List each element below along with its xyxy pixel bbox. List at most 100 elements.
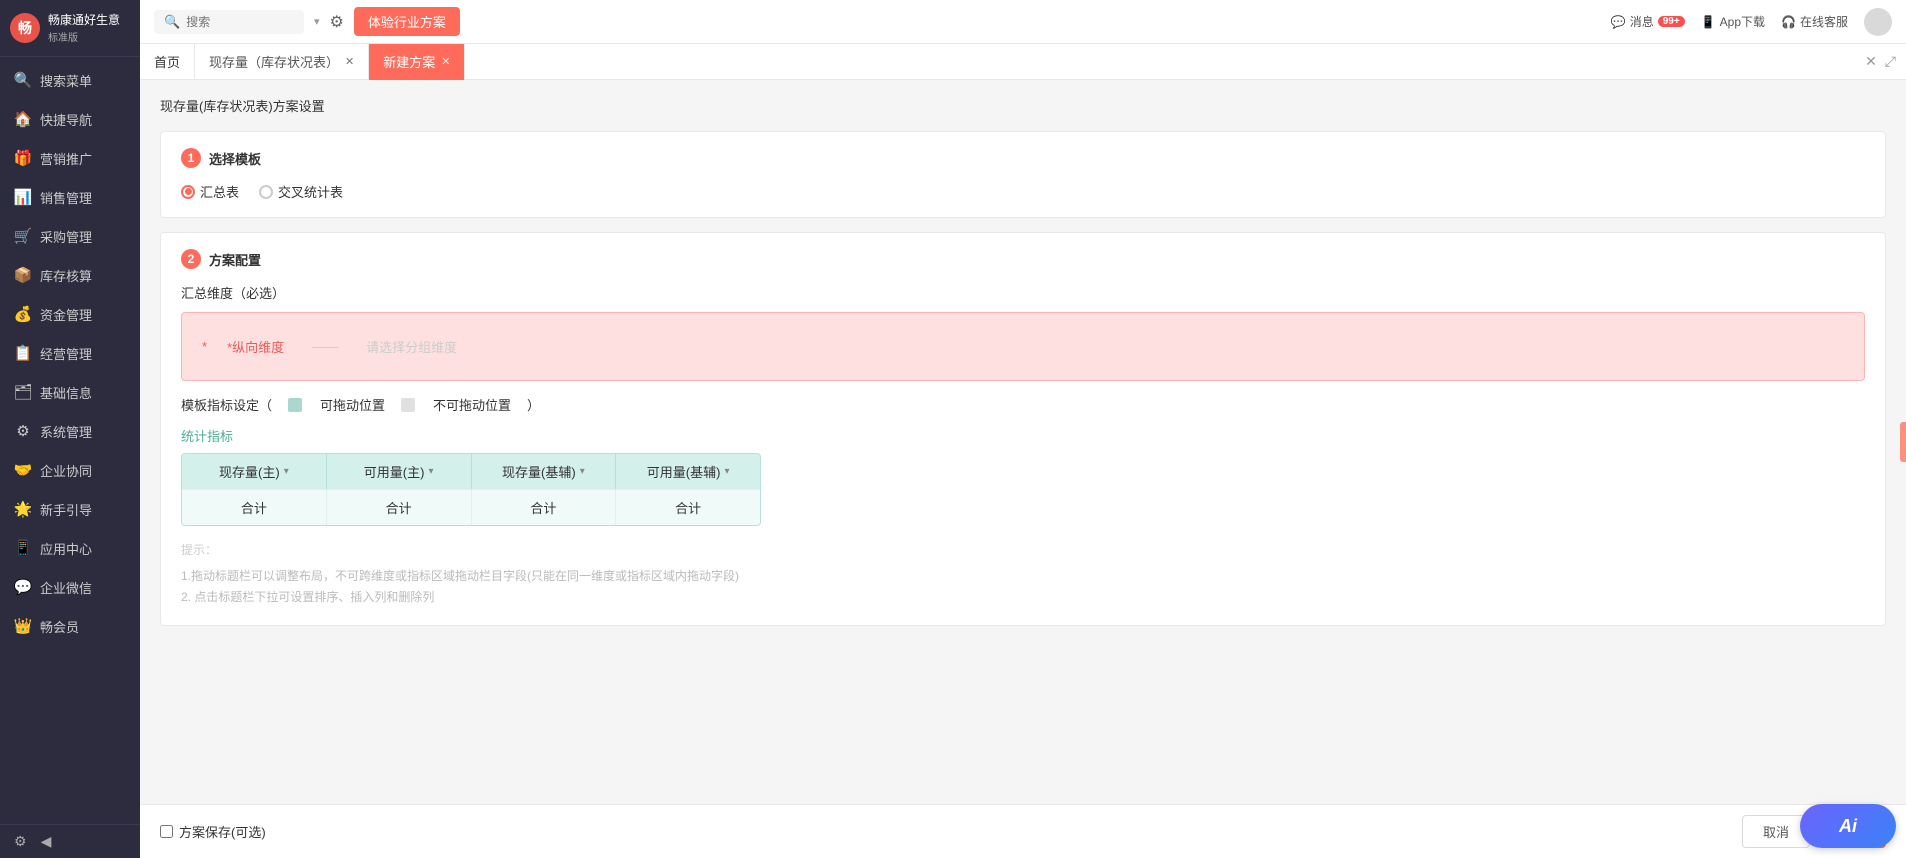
bottom-bar: 方案保存(可选) 取消 查询 xyxy=(140,804,1906,858)
trial-btn[interactable]: 体验行业方案 xyxy=(354,7,460,36)
tabbar: 首页 现存量（库存状况表） ✕ 新建方案 ✕ ✕ ⤢ xyxy=(140,44,1906,80)
toggle-icon[interactable]: ◀ xyxy=(41,833,52,850)
topbar-gear-icon[interactable]: ⚙ xyxy=(330,12,344,32)
online-service-item[interactable]: 🎧 在线客服 xyxy=(1781,13,1848,30)
sidebar-item-label: 快捷导航 xyxy=(40,110,92,129)
step2-card: 2 方案配置 汇总维度（必选） * *纵向维度 —— 请选择分组维度 模板指标设… xyxy=(160,232,1886,626)
col-chevron-0[interactable]: ▾ xyxy=(284,466,289,477)
tab-close-icon[interactable]: ✕ xyxy=(345,55,354,68)
col-chevron-1[interactable]: ▾ xyxy=(428,466,433,477)
save-checkbox-input[interactable] xyxy=(160,825,173,838)
tab-home[interactable]: 首页 xyxy=(140,44,195,80)
stat-table-header: 现存量(主) ▾ 可用量(主) ▾ 现存量(基辅) ▾ 可用量(基辅) ▾ xyxy=(182,454,760,489)
sidebar-item-label: 畅会员 xyxy=(40,617,79,636)
topbar-right: 💬 消息 99+ 📱 App下载 🎧 在线客服 xyxy=(1611,8,1892,36)
cell-2: 合计 xyxy=(472,490,617,525)
sidebar-item-search[interactable]: 🔍 搜索菜单 xyxy=(0,61,140,100)
col-present-main-label: 现存量(主) xyxy=(219,462,280,481)
sidebar-item-label: 销售管理 xyxy=(40,188,92,207)
search-input[interactable] xyxy=(186,15,286,29)
sidebar-item-system[interactable]: ⚙ 系统管理 xyxy=(0,412,140,451)
online-service-label: 在线客服 xyxy=(1800,13,1848,30)
sidebar-item-app-center[interactable]: 📱 应用中心 xyxy=(0,529,140,568)
search-icon: 🔍 xyxy=(164,14,180,30)
folder-icon: 🗂 xyxy=(14,383,32,401)
money-icon: 💰 xyxy=(14,305,32,323)
sidebar-item-quick-nav[interactable]: 🏠 快捷导航 xyxy=(0,100,140,139)
step2-label: 2 方案配置 xyxy=(181,249,1865,269)
sidebar-item-label: 营销推广 xyxy=(40,149,92,168)
sidebar-item-basic-info[interactable]: 🗂 基础信息 xyxy=(0,373,140,412)
sidebar-item-label: 搜索菜单 xyxy=(40,71,92,90)
col-present-aux-label: 现存量(基辅) xyxy=(502,462,576,481)
dash-line: —— xyxy=(312,339,338,354)
sidebar-item-label: 经营管理 xyxy=(40,344,92,363)
tab-inventory-status[interactable]: 现存量（库存状况表） ✕ xyxy=(195,44,369,80)
app-download-label: App下载 xyxy=(1720,13,1765,30)
dim-placeholder: 请选择分组维度 xyxy=(366,337,457,356)
radio-cross-circle xyxy=(259,185,273,199)
cell-3: 合计 xyxy=(616,490,760,525)
box-icon: 📦 xyxy=(14,266,32,284)
gift-icon: 🎁 xyxy=(14,149,32,167)
radio-cross-label: 交叉统计表 xyxy=(278,182,343,201)
sidebar-item-label: 新手引导 xyxy=(40,500,92,519)
crown-icon: 👑 xyxy=(14,617,32,635)
app-logo: 畅 畅康通好生意 标准版 xyxy=(0,0,140,57)
step1-card: 1 选择模板 汇总表 交叉统计表 xyxy=(160,131,1886,218)
radio-summary-label: 汇总表 xyxy=(200,182,239,201)
tab-close-active-icon[interactable]: ✕ xyxy=(441,55,450,68)
tip-area: 提示： 1.拖动标题栏可以调整布局，不可跨维度或指标区域拖动栏目字段(只能在同一… xyxy=(181,540,1865,609)
expand-icon[interactable]: ⤢ xyxy=(1885,53,1896,70)
app-download-item[interactable]: 📱 App下载 xyxy=(1701,13,1765,30)
ai-float-button[interactable]: Ai xyxy=(1800,804,1896,848)
sidebar-item-cooperation[interactable]: 🤝 企业协同 xyxy=(0,451,140,490)
sidebar-item-label: 资金管理 xyxy=(40,305,92,324)
radio-cross[interactable]: 交叉统计表 xyxy=(259,182,343,201)
tab-home-label: 首页 xyxy=(154,52,180,71)
required-star: * xyxy=(202,339,207,354)
step1-title: 选择模板 xyxy=(209,149,261,168)
close-all-icon[interactable]: ✕ xyxy=(1865,53,1877,70)
sidebar-item-marketing[interactable]: 🎁 营销推广 xyxy=(0,139,140,178)
col-avail-aux: 可用量(基辅) ▾ xyxy=(616,454,760,489)
clipboard-icon: 📋 xyxy=(14,344,32,362)
sidebar: 畅 畅康通好生意 标准版 🔍 搜索菜单 🏠 快捷导航 🎁 营销推广 📊 销售管理… xyxy=(0,0,140,858)
vertical-dim-box: * *纵向维度 —— 请选择分组维度 xyxy=(181,312,1865,381)
sidebar-item-label: 企业协同 xyxy=(40,461,92,480)
sidebar-item-finance[interactable]: 💰 资金管理 xyxy=(0,295,140,334)
sidebar-item-members[interactable]: 👑 畅会员 xyxy=(0,607,140,646)
tip-item-0: 1.拖动标题栏可以调整布局，不可跨维度或指标区域拖动栏目字段(只能在同一维度或指… xyxy=(181,566,1865,588)
indicator-config-row: 模板指标设定（ 可拖动位置 不可拖动位置 ） xyxy=(181,395,1865,414)
sidebar-item-operations[interactable]: 📋 经营管理 xyxy=(0,334,140,373)
col-avail-aux-label: 可用量(基辅) xyxy=(647,462,721,481)
stats-label: 统计指标 xyxy=(181,426,1865,445)
sidebar-item-wechat[interactable]: 💬 企业微信 xyxy=(0,568,140,607)
vertical-dim-label: *纵向维度 xyxy=(227,337,284,356)
topbar-chevron-icon[interactable]: ▾ xyxy=(314,15,320,28)
col-chevron-3[interactable]: ▾ xyxy=(724,466,729,477)
settings-icon[interactable]: ⚙ xyxy=(14,833,27,850)
logo-icon: 畅 xyxy=(10,13,40,43)
ai-label: Ai xyxy=(1839,816,1857,837)
col-chevron-2[interactable]: ▾ xyxy=(580,466,585,477)
save-label: 方案保存(可选) xyxy=(179,822,266,841)
resize-handle[interactable] xyxy=(1900,422,1906,462)
main-area: 🔍 ▾ ⚙ 体验行业方案 💬 消息 99+ 📱 App下载 🎧 在线客服 xyxy=(140,0,1906,858)
col-present-main: 现存量(主) ▾ xyxy=(182,454,327,489)
sidebar-item-inventory[interactable]: 📦 库存核算 xyxy=(0,256,140,295)
sidebar-item-newbie[interactable]: 🌟 新手引导 xyxy=(0,490,140,529)
sidebar-item-purchase[interactable]: 🛒 采购管理 xyxy=(0,217,140,256)
messages-item[interactable]: 💬 消息 99+ xyxy=(1611,13,1685,30)
cell-0: 合计 xyxy=(182,490,327,525)
sidebar-item-sales[interactable]: 📊 销售管理 xyxy=(0,178,140,217)
topbar: 🔍 ▾ ⚙ 体验行业方案 💬 消息 99+ 📱 App下载 🎧 在线客服 xyxy=(140,0,1906,44)
save-checkbox[interactable]: 方案保存(可选) xyxy=(160,822,266,841)
chart-icon: 📊 xyxy=(14,188,32,206)
radio-summary[interactable]: 汇总表 xyxy=(181,182,239,201)
indicator-config-close: ） xyxy=(527,395,540,414)
avatar[interactable] xyxy=(1864,8,1892,36)
tab-new-plan[interactable]: 新建方案 ✕ xyxy=(369,44,465,80)
search-box[interactable]: 🔍 xyxy=(154,10,304,34)
sidebar-nav: 🔍 搜索菜单 🏠 快捷导航 🎁 营销推广 📊 销售管理 🛒 采购管理 📦 库存核… xyxy=(0,57,140,824)
